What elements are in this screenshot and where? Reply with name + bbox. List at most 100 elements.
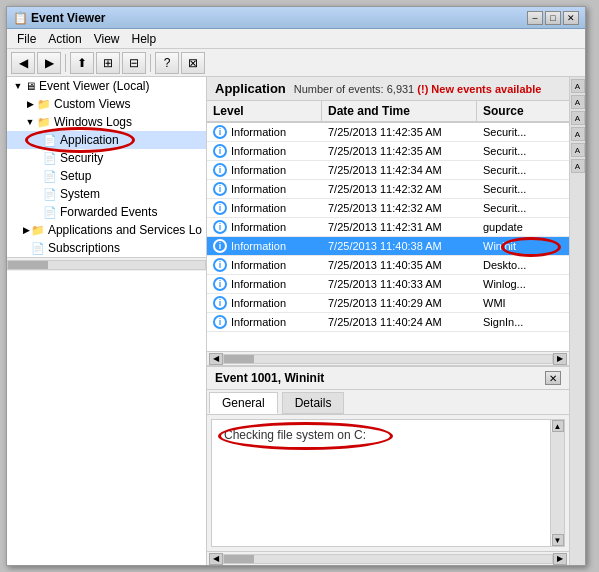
title-bar: 📋 Event Viewer – □ ✕ xyxy=(7,7,585,29)
table-row[interactable]: i Information 7/25/2013 11:40:35 AM Desk… xyxy=(207,256,569,275)
right-side-panel: A A A A A A xyxy=(569,77,585,565)
sidebar-item-label: Windows Logs xyxy=(54,115,132,129)
sidebar-item-security[interactable]: 📄 Security xyxy=(7,149,206,167)
menu-view[interactable]: View xyxy=(88,30,126,48)
export-button[interactable]: ⊠ xyxy=(181,52,205,74)
scroll-thumb[interactable] xyxy=(224,355,254,363)
sidebar-scroll-thumb[interactable] xyxy=(8,261,48,269)
right-panel: Application Number of events: 6,931 (!) … xyxy=(207,77,569,565)
table-row[interactable]: i Information 7/25/2013 11:42:35 AM Secu… xyxy=(207,142,569,161)
menu-bar: File Action View Help xyxy=(7,29,585,49)
minimize-button[interactable]: – xyxy=(527,11,543,25)
sidebar-item-event-viewer[interactable]: ▼ 🖥 Event Viewer (Local) xyxy=(7,77,206,95)
tab-details[interactable]: Details xyxy=(282,392,345,414)
panel-count: Number of events: 6,931 (!) New events a… xyxy=(294,83,542,95)
expand-icon: ▼ xyxy=(11,79,25,93)
detail-message: Checking file system on C: xyxy=(224,428,366,442)
sidebar-item-setup[interactable]: 📄 Setup xyxy=(7,167,206,185)
col-header-source[interactable]: Source xyxy=(477,101,569,121)
scroll-track2[interactable] xyxy=(223,554,553,564)
cell-datetime: 7/25/2013 11:42:32 AM xyxy=(322,181,477,197)
table-row[interactable]: i Information 7/25/2013 11:42:32 AM Secu… xyxy=(207,180,569,199)
sidebar-item-subscriptions[interactable]: 📄 Subscriptions xyxy=(7,239,206,257)
sidebar-item-windows-logs[interactable]: ▼ 📁 Windows Logs xyxy=(7,113,206,131)
table-row[interactable]: i Information 7/25/2013 11:40:29 AM WMI xyxy=(207,294,569,313)
detail-scrollbar-h[interactable]: ◀ ▶ xyxy=(207,551,569,565)
table-row[interactable]: i Information 7/25/2013 11:42:31 AM gupd… xyxy=(207,218,569,237)
sidebar-item-application[interactable]: 📄 Application xyxy=(7,131,206,149)
maximize-button[interactable]: □ xyxy=(545,11,561,25)
cell-source: Securit... xyxy=(477,181,569,197)
scroll-right-btn[interactable]: ▶ xyxy=(553,353,567,365)
menu-file[interactable]: File xyxy=(11,30,42,48)
events-table[interactable]: Level Date and Time Source i Information… xyxy=(207,101,569,351)
info-icon: i xyxy=(213,258,227,272)
show-hide-button[interactable]: ⊞ xyxy=(96,52,120,74)
expand-icon xyxy=(35,151,43,165)
up-button[interactable]: ⬆ xyxy=(70,52,94,74)
side-icon-1[interactable]: A xyxy=(571,79,585,93)
side-icon-4[interactable]: A xyxy=(571,127,585,141)
help-button[interactable]: ? xyxy=(155,52,179,74)
table-row-selected[interactable]: i Information 7/25/2013 11:40:38 AM Wini… xyxy=(207,237,569,256)
menu-action[interactable]: Action xyxy=(42,30,87,48)
panel-header: Application Number of events: 6,931 (!) … xyxy=(207,77,569,101)
cell-source: Securit... xyxy=(477,162,569,178)
cell-datetime: 7/25/2013 11:40:33 AM xyxy=(322,276,477,292)
sidebar: ▼ 🖥 Event Viewer (Local) ▶ 📁 Custom View… xyxy=(7,77,207,565)
folder-icon: 📁 xyxy=(37,98,51,111)
scroll-left-btn[interactable]: ◀ xyxy=(209,353,223,365)
sidebar-item-forwarded[interactable]: 📄 Forwarded Events xyxy=(7,203,206,221)
sidebar-item-label: Subscriptions xyxy=(48,241,120,255)
detail-close-button[interactable]: ✕ xyxy=(545,371,561,385)
scroll-left-btn2[interactable]: ◀ xyxy=(209,553,223,565)
sidebar-item-system[interactable]: 📄 System xyxy=(7,185,206,203)
expand-icon xyxy=(35,205,43,219)
col-header-level[interactable]: Level xyxy=(207,101,322,121)
table-row[interactable]: i Information 7/25/2013 11:40:24 AM Sign… xyxy=(207,313,569,332)
scroll-right-btn2[interactable]: ▶ xyxy=(553,553,567,565)
side-icon-3[interactable]: A xyxy=(571,111,585,125)
expand-icon xyxy=(35,169,43,183)
main-content: ▼ 🖥 Event Viewer (Local) ▶ 📁 Custom View… xyxy=(7,77,585,565)
folder-icon: 📁 xyxy=(31,224,45,237)
sidebar-item-label: System xyxy=(60,187,100,201)
detail-title: Event 1001, Wininit xyxy=(215,371,324,385)
detail-header: Event 1001, Wininit ✕ xyxy=(207,367,569,390)
close-button[interactable]: ✕ xyxy=(563,11,579,25)
folder-icon: 🖥 xyxy=(25,80,36,92)
cell-level: i Information xyxy=(207,294,322,312)
properties-button[interactable]: ⊟ xyxy=(122,52,146,74)
scroll-down-btn[interactable]: ▼ xyxy=(552,534,564,546)
info-icon: i xyxy=(213,296,227,310)
table-row[interactable]: i Information 7/25/2013 11:40:33 AM Winl… xyxy=(207,275,569,294)
expand-icon: ▶ xyxy=(23,223,31,237)
cell-datetime: 7/25/2013 11:42:32 AM xyxy=(322,200,477,216)
sidebar-item-app-services[interactable]: ▶ 📁 Applications and Services Lo xyxy=(7,221,206,239)
menu-help[interactable]: Help xyxy=(126,30,163,48)
sidebar-item-label: Application xyxy=(60,133,119,147)
scroll-track[interactable] xyxy=(223,354,553,364)
sidebar-item-custom-views[interactable]: ▶ 📁 Custom Views xyxy=(7,95,206,113)
cell-source: Winlog... xyxy=(477,276,569,292)
info-icon: i xyxy=(213,239,227,253)
forward-button[interactable]: ▶ xyxy=(37,52,61,74)
cell-source: Wininit xyxy=(477,238,569,254)
back-button[interactable]: ◀ xyxy=(11,52,35,74)
file-icon: 📄 xyxy=(31,242,45,255)
side-icon-6[interactable]: A xyxy=(571,159,585,173)
tab-general[interactable]: General xyxy=(209,392,278,414)
scroll-thumb2[interactable] xyxy=(224,555,254,563)
side-icon-2[interactable]: A xyxy=(571,95,585,109)
cell-level: i Information xyxy=(207,161,322,179)
table-row[interactable]: i Information 7/25/2013 11:42:35 AM Secu… xyxy=(207,123,569,142)
col-header-datetime[interactable]: Date and Time xyxy=(322,101,477,121)
side-icon-5[interactable]: A xyxy=(571,143,585,157)
cell-datetime: 7/25/2013 11:42:35 AM xyxy=(322,124,477,140)
detail-content[interactable]: ▲ ▼ Checking file system on C: xyxy=(211,419,565,547)
table-row[interactable]: i Information 7/25/2013 11:42:32 AM Secu… xyxy=(207,199,569,218)
expand-icon xyxy=(23,241,31,255)
table-row[interactable]: i Information 7/25/2013 11:42:34 AM Secu… xyxy=(207,161,569,180)
table-scrollbar-h[interactable]: ◀ ▶ xyxy=(207,351,569,365)
sidebar-scrollbar[interactable] xyxy=(7,257,206,271)
